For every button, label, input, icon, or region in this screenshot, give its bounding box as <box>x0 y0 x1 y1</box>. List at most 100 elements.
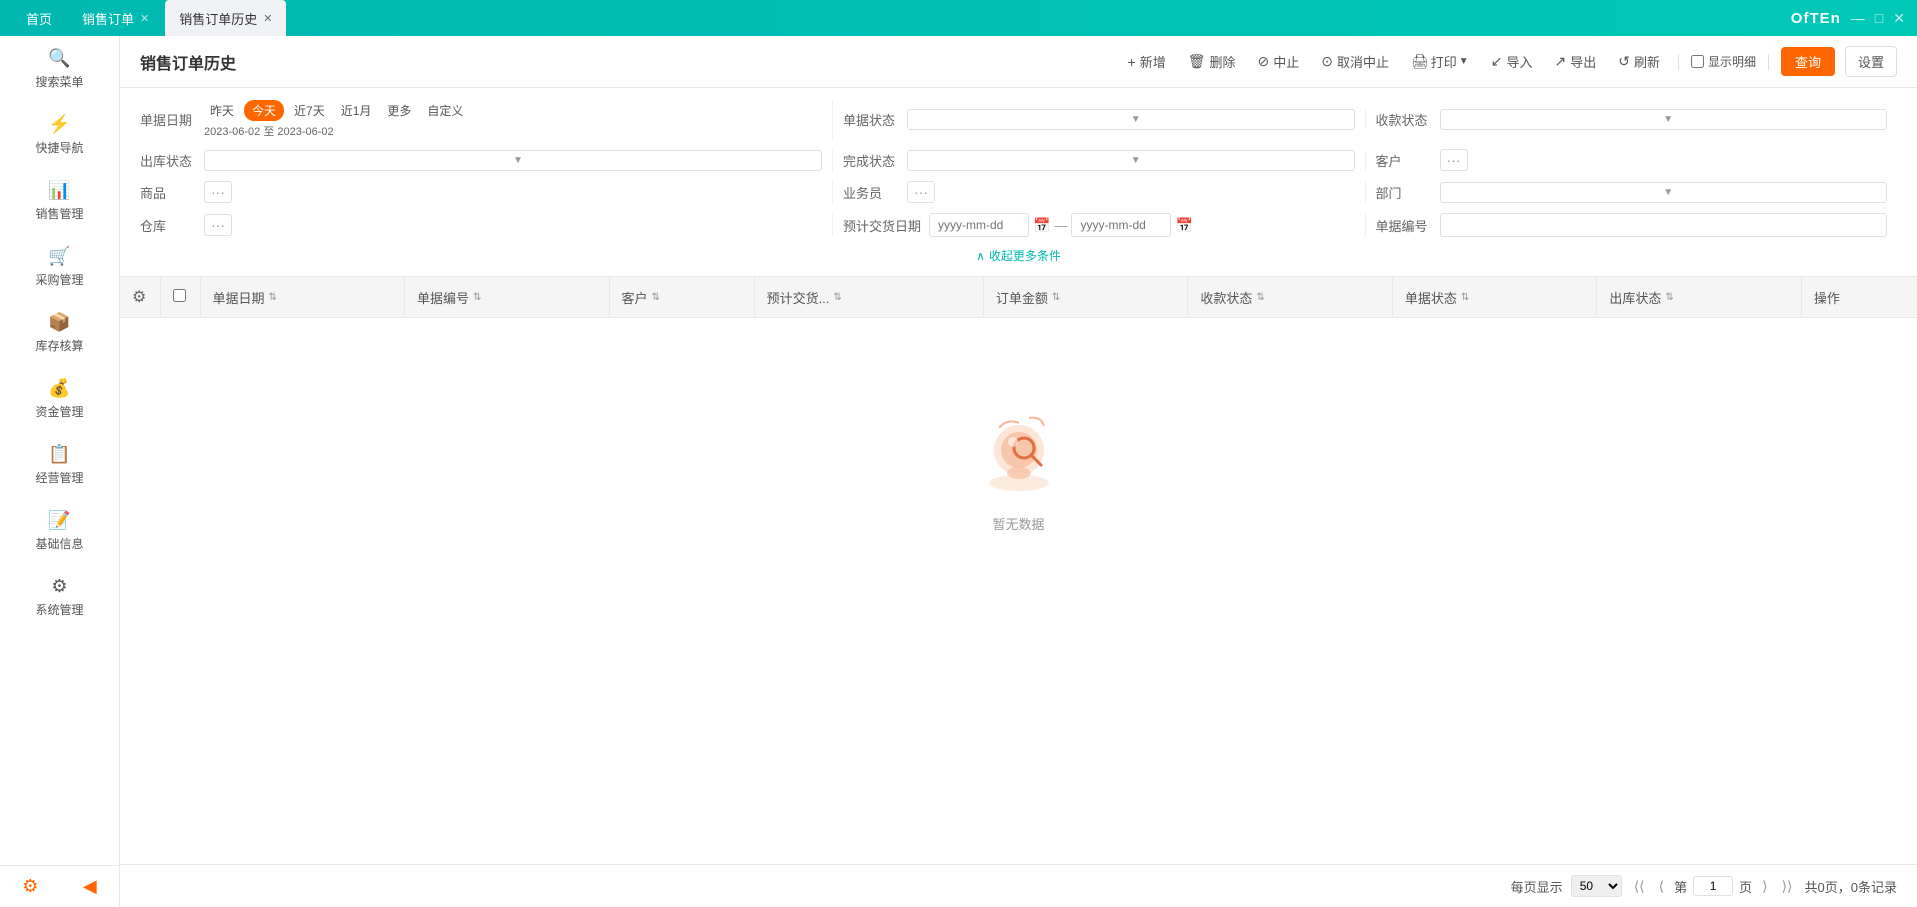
delivery-date-start[interactable] <box>929 213 1029 237</box>
tab-sales-order-label: 销售订单 <box>82 9 134 28</box>
tab-sales-order[interactable]: 销售订单 ✕ <box>68 0 163 36</box>
sidebar-item-quick-nav[interactable]: ⚡ 快捷导航 <box>0 102 119 168</box>
filter-row-2: 出库状态 ▼ 完成状态 ▼ 客户 ··· <box>140 149 1897 171</box>
print-label: 打印 <box>1431 52 1457 71</box>
empty-text: 暂无数据 <box>992 514 1044 533</box>
more-btn[interactable]: 更多 <box>381 100 417 121</box>
add-button[interactable]: + 新增 <box>1122 48 1172 75</box>
tab-sales-order-history[interactable]: 销售订单历史 ✕ <box>165 0 286 36</box>
tab-home[interactable]: 首页 <box>12 0 66 36</box>
yesterday-btn[interactable]: 昨天 <box>204 100 240 121</box>
7days-btn[interactable]: 近7天 <box>288 100 331 121</box>
sidebar-item-sales[interactable]: 📊 销售管理 <box>0 168 119 234</box>
th-out-sort-icon[interactable]: ⇅ <box>1665 292 1673 303</box>
th-payment-sort-icon[interactable]: ⇅ <box>1256 292 1264 303</box>
sidebar-item-inventory[interactable]: 📦 库存核算 <box>0 300 119 366</box>
per-page-select[interactable]: 50 10 20 100 <box>1571 875 1622 897</box>
sidebar-settings-button[interactable]: ⚙ <box>22 876 38 897</box>
th-amount-label: 订单金额 <box>996 288 1048 307</box>
complete-status-label: 完成状态 <box>843 151 899 170</box>
sidebar-item-sales-label: 销售管理 <box>35 205 83 222</box>
import-button[interactable]: ↙ 导入 <box>1485 48 1539 75</box>
refresh-label: 刷新 <box>1634 52 1660 71</box>
delivery-date-end-cal-icon: 📅 <box>1175 217 1192 234</box>
select-all-checkbox[interactable] <box>173 289 186 302</box>
th-action: 操作 <box>1801 277 1917 318</box>
customer-picker-button[interactable]: ··· <box>1440 149 1468 171</box>
collapse-button[interactable]: ∧ 收起更多条件 <box>140 247 1897 264</box>
th-bill-sort-icon[interactable]: ⇅ <box>1461 292 1469 303</box>
th-date-sort: 单据日期 ⇅ <box>213 288 393 307</box>
filter-row-1: 单据日期 昨天 今天 近7天 近1月 更多 自定义 2023-06-02 至 2… <box>140 100 1897 139</box>
operation-icon: 📋 <box>48 444 70 465</box>
sidebar-item-basic-info-label: 基础信息 <box>35 535 83 552</box>
delivery-date-end[interactable] <box>1071 213 1171 237</box>
prev-page-button[interactable]: ⟨ <box>1655 876 1668 897</box>
tab-sales-order-history-close[interactable]: ✕ <box>263 12 272 25</box>
th-number-sort-icon[interactable]: ⇅ <box>473 292 481 303</box>
warehouse-picker-button[interactable]: ··· <box>204 214 232 236</box>
th-delivery-sort-icon[interactable]: ⇅ <box>833 292 841 303</box>
settings-button[interactable]: 设置 <box>1845 46 1897 77</box>
toolbar-divider <box>1678 54 1679 70</box>
next-page-button[interactable]: ⟩ <box>1758 876 1771 897</box>
last-page-button[interactable]: ⟩⟩ <box>1778 876 1797 897</box>
filter-customer: 客户 ··· <box>1366 149 1898 171</box>
maximize-button[interactable]: □ <box>1875 10 1883 26</box>
toolbar: + 新增 🗑 删除 ⊘ 中止 ⊙ 取消中止 🖨 打印 <box>1122 46 1898 87</box>
custom-btn[interactable]: 自定义 <box>421 100 469 121</box>
today-btn[interactable]: 今天 <box>244 100 284 121</box>
delete-button[interactable]: 🗑 删除 <box>1182 48 1242 75</box>
bill-status-select[interactable]: ▼ <box>907 109 1355 130</box>
payment-status-select[interactable]: ▼ <box>1440 109 1888 130</box>
total-text: 共0页，0条记录 <box>1805 877 1897 896</box>
th-amount-sort-icon[interactable]: ⇅ <box>1052 292 1060 303</box>
payment-status-arrow-icon: ▼ <box>1663 114 1878 125</box>
sidebar-item-system[interactable]: ⚙ 系统管理 <box>0 564 119 630</box>
sidebar-item-basic-info[interactable]: 📝 基础信息 <box>0 498 119 564</box>
th-checkbox <box>160 277 200 318</box>
sales-icon: 📊 <box>48 180 70 201</box>
gear-icon[interactable]: ⚙ <box>132 289 146 306</box>
minimize-button[interactable]: — <box>1851 10 1865 26</box>
delete-label: 删除 <box>1209 52 1235 71</box>
salesperson-picker-button[interactable]: ··· <box>907 181 935 203</box>
stop-button[interactable]: ⊘ 中止 <box>1252 48 1306 75</box>
sidebar-item-finance[interactable]: 💰 资金管理 <box>0 366 119 432</box>
table-body: 暂无数据 <box>120 318 1917 614</box>
stop-icon: ⊘ <box>1258 53 1270 70</box>
th-out-label: 出库状态 <box>1609 288 1661 307</box>
bill-number-input[interactable] <box>1440 213 1888 237</box>
th-amount-sort: 订单金额 ⇅ <box>996 288 1176 307</box>
query-button[interactable]: 查询 <box>1781 47 1835 76</box>
th-customer-sort-icon[interactable]: ⇅ <box>652 292 660 303</box>
add-label: 新增 <box>1140 52 1166 71</box>
export-label: 导出 <box>1570 52 1596 71</box>
close-button[interactable]: ✕ <box>1893 10 1905 27</box>
page-input[interactable] <box>1693 876 1733 896</box>
print-button[interactable]: 🖨 打印 ▼ <box>1405 48 1475 75</box>
sidebar-collapse-button[interactable]: ◀ <box>83 876 97 897</box>
goods-picker-button[interactable]: ··· <box>204 181 232 203</box>
refresh-button[interactable]: ↺ 刷新 <box>1612 48 1666 75</box>
show-detail-toggle[interactable]: 显示明细 <box>1691 53 1756 70</box>
1month-btn[interactable]: 近1月 <box>335 100 378 121</box>
complete-status-select[interactable]: ▼ <box>907 150 1355 171</box>
add-icon: + <box>1128 54 1136 70</box>
th-action-label: 操作 <box>1814 291 1840 306</box>
table-footer: 每页显示 50 10 20 100 ⟨⟨ ⟨ 第 页 ⟩ ⟩⟩ 共0页，0条记录 <box>120 864 1917 907</box>
department-select[interactable]: ▼ <box>1440 182 1888 203</box>
import-icon: ↙ <box>1491 53 1503 70</box>
cancel-stop-button[interactable]: ⊙ 取消中止 <box>1315 48 1395 75</box>
sidebar-item-purchase[interactable]: 🛒 采购管理 <box>0 234 119 300</box>
sidebar-item-operation[interactable]: 📋 经营管理 <box>0 432 119 498</box>
out-status-select[interactable]: ▼ <box>204 150 822 171</box>
th-date-sort-icon[interactable]: ⇅ <box>269 292 277 303</box>
tab-sales-order-close[interactable]: ✕ <box>140 12 149 25</box>
first-page-button[interactable]: ⟨⟨ <box>1630 876 1649 897</box>
export-button[interactable]: ↗ 导出 <box>1548 48 1602 75</box>
sidebar-item-search[interactable]: 🔍 搜索菜单 <box>0 36 119 102</box>
show-detail-checkbox[interactable] <box>1691 55 1704 68</box>
empty-cell: 暂无数据 <box>120 318 1917 614</box>
purchase-icon: 🛒 <box>48 246 70 267</box>
